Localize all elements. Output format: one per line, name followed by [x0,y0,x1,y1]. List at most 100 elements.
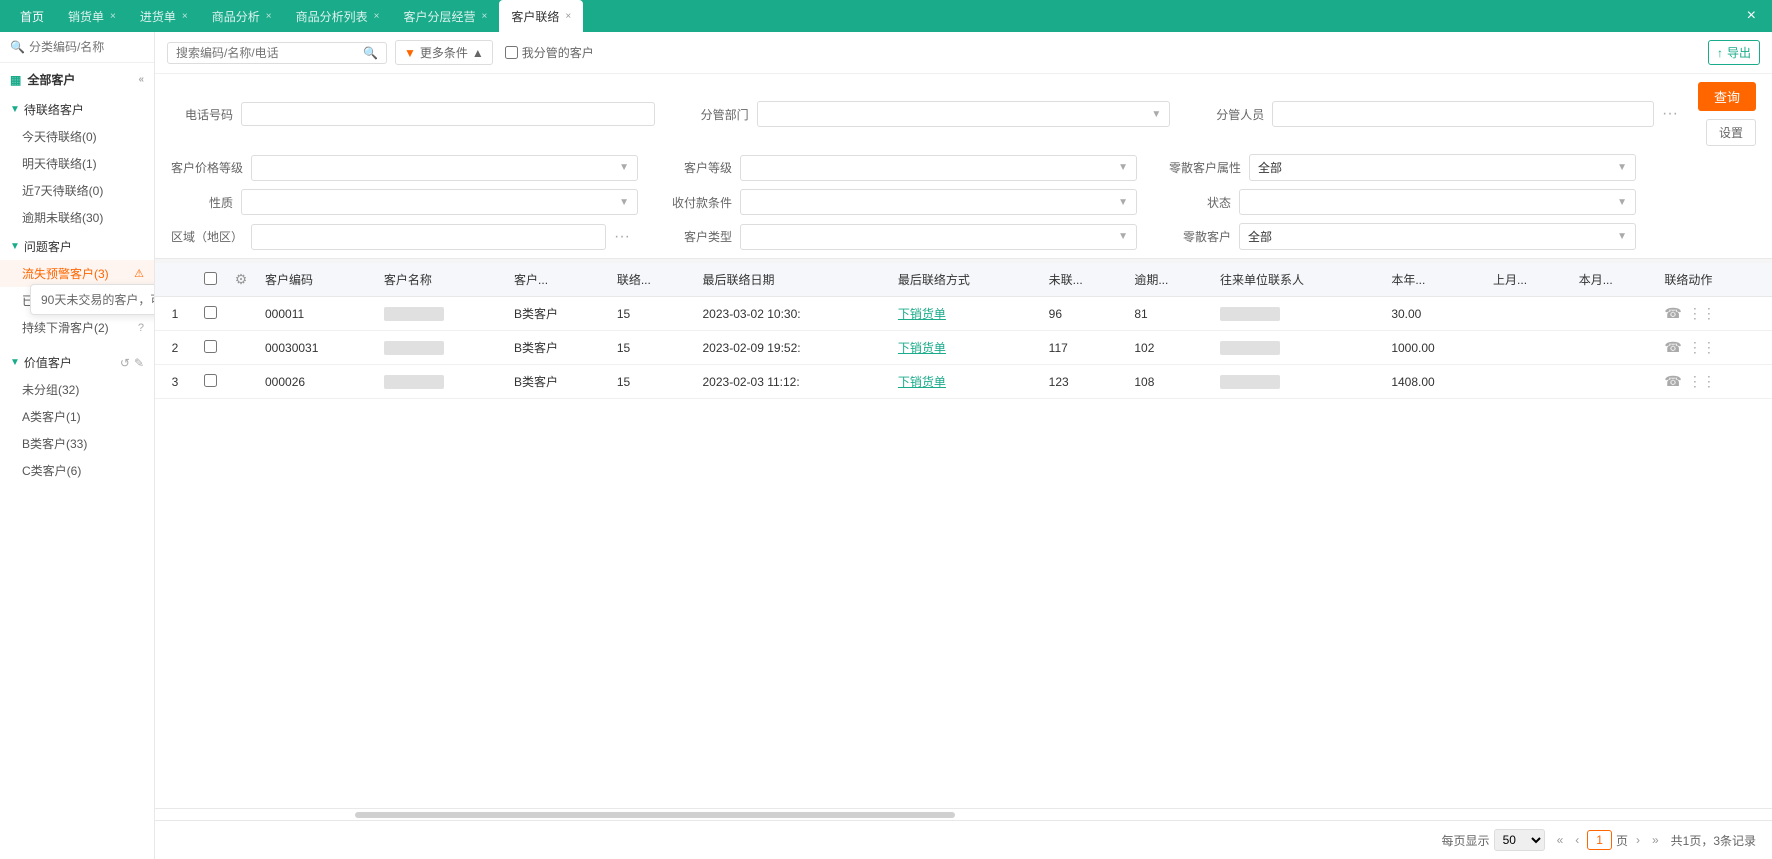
sidebar-collapse-button[interactable]: « [138,74,144,85]
settings-button[interactable]: 设置 [1706,119,1756,146]
cell-name [376,331,506,365]
sidebar-group-value-header[interactable]: ▼ 价值客户 ↺ ✎ [0,349,154,376]
sidebar-item-tomorrow[interactable]: 明天待联络(1) [0,150,154,177]
filter-row-1: 电话号码 分管部门 ▼ 分管人员 ··· [171,82,1756,146]
sidebar-item-class-b[interactable]: B类客户(33) [0,430,154,457]
table-container: ⚙ 客户编码 客户名称 客户... 联络... [155,263,1772,808]
main-layout: 🔍 ▦ 全部客户 « ▼ 待联络客户 今天待联络(0) 明天待联络(1) [0,32,1772,859]
tab-customer-contact[interactable]: 客户联络 × [499,0,583,32]
cell-last-contact-method[interactable]: 下销货单 [890,365,1041,399]
sidebar-item-class-c[interactable]: C类客户(6) [0,457,154,484]
cell-last-month [1485,331,1571,365]
tab-customer-tier-close[interactable]: × [481,11,487,22]
filter-select-customer-type[interactable]: ▼ [740,224,1137,250]
filter-input-phone[interactable] [241,102,655,126]
tab-customer-contact-close[interactable]: × [565,11,571,22]
query-button[interactable]: 查询 [1698,82,1756,111]
sidebar-item-class-a[interactable]: A类客户(1) [0,403,154,430]
filter-select-status[interactable]: ▼ [1239,189,1636,215]
cell-settings [225,297,257,331]
filter-region-more[interactable]: ··· [606,228,638,246]
filter-cell-phone: 电话号码 [171,102,655,126]
per-page-select[interactable]: 50 100 200 [1494,829,1545,851]
window-close-button[interactable]: × [1739,7,1764,25]
sidebar-item-today[interactable]: 今天待联络(0) [0,123,154,150]
col-this-year-label: 本年... [1391,273,1425,287]
sidebar-item-today-label: 今天待联络(0) [22,130,97,144]
cell-check[interactable] [195,331,225,365]
cell-uncontacted: 96 [1041,297,1127,331]
horizontal-scrollbar[interactable] [155,808,1772,820]
action-more-icon[interactable]: ⋮⋮ [1688,305,1716,322]
sidebar-item-unsorted[interactable]: 未分组(32) [0,376,154,403]
filter-select-dept[interactable]: ▼ [757,101,1171,127]
table-settings-gear-icon[interactable]: ⚙ [235,271,248,287]
page-label: 页 [1616,832,1628,849]
filter-person-more[interactable]: ··· [1654,105,1686,123]
search-button[interactable]: 🔍 [363,46,378,60]
tab-purchase[interactable]: 进货单 × [128,0,200,32]
cell-check[interactable] [195,297,225,331]
next-page-button[interactable]: › [1632,831,1644,849]
cell-this-month [1571,297,1657,331]
action-more-icon[interactable]: ⋮⋮ [1688,339,1716,356]
filter-select-scatter[interactable]: 全部 ▼ [1239,223,1636,250]
action-contact-icon[interactable]: ☎ [1664,373,1681,390]
cell-this-year: 30.00 [1383,297,1485,331]
filter-select-price-tier[interactable]: ▼ [251,155,638,181]
sidebar-item-retain[interactable]: 持续下滑客户(2) ? [0,314,154,341]
filter-select-scatter-attr[interactable]: 全部 ▼ [1249,154,1636,181]
sidebar-search-input[interactable] [29,40,155,54]
sidebar-group-problem-header[interactable]: ▼ 问题客户 [0,233,154,260]
action-contact-icon[interactable]: ☎ [1664,339,1681,356]
cell-check[interactable] [195,365,225,399]
sidebar-group-pending-header[interactable]: ▼ 待联络客户 [0,96,154,123]
filter-select-customer-tier[interactable]: ▼ [740,155,1137,181]
tab-analysis-list[interactable]: 商品分析列表 × [284,0,392,32]
sidebar-item-class-b-label: B类客户(33) [22,437,87,451]
cell-last-month [1485,365,1571,399]
last-page-button[interactable]: » [1648,831,1663,849]
col-header-settings[interactable]: ⚙ [225,263,257,297]
sidebar-all-customers[interactable]: ▦ 全部客户 « [0,63,154,96]
tab-sales[interactable]: 销货单 × [56,0,128,32]
sidebar-item-week[interactable]: 近7天待联络(0) [0,177,154,204]
sidebar-item-lost-predicted[interactable]: 流失预警客户(3) ⚠ [0,260,154,287]
search-input[interactable] [176,46,359,60]
select-all-checkbox[interactable] [204,272,217,285]
prev-page-button[interactable]: ‹ [1571,831,1583,849]
edit-icon[interactable]: ✎ [134,356,144,370]
filter-select-nature[interactable]: ▼ [241,189,638,215]
cell-unit-contact [1212,297,1383,331]
col-this-month-label: 本月... [1579,273,1613,287]
filter-select-payment[interactable]: ▼ [740,189,1137,215]
filter-select-person[interactable] [1272,101,1654,127]
my-customers-checkbox[interactable] [505,46,518,59]
filter-price-tier-caret: ▼ [619,162,629,173]
sidebar-item-overdue[interactable]: 逾期未联络(30) [0,204,154,231]
tab-analysis-list-close[interactable]: × [374,11,380,22]
col-header-code: 客户编码 [257,263,376,297]
sidebar-search-icon: 🔍 [10,40,25,54]
export-button[interactable]: ↑ 导出 [1708,40,1760,65]
cell-last-contact-method[interactable]: 下销货单 [890,331,1041,365]
filter-select-region[interactable] [251,224,606,250]
tab-sales-close[interactable]: × [110,11,116,22]
col-header-check [195,263,225,297]
action-more-icon[interactable]: ⋮⋮ [1688,373,1716,390]
action-contact-icon[interactable]: ☎ [1664,305,1681,322]
cell-last-contact-method[interactable]: 下销货单 [890,297,1041,331]
tab-analysis[interactable]: 商品分析 × [200,0,284,32]
sidebar-item-tomorrow-label: 明天待联络(1) [22,157,97,171]
refresh-icon[interactable]: ↺ [120,356,130,370]
first-page-button[interactable]: « [1553,831,1568,849]
more-conditions-button[interactable]: ▼ 更多条件 ▲ [395,40,493,65]
tab-customer-tier[interactable]: 客户分层经营 × [391,0,499,32]
tab-purchase-close[interactable]: × [182,11,188,22]
funnel-icon: ▼ [404,46,416,60]
tab-analysis-close[interactable]: × [266,11,272,22]
my-customers-wrap: 我分管的客户 [505,44,594,61]
tab-home[interactable]: 首页 [8,0,56,32]
problem-group-label: 问题客户 [24,238,72,255]
cell-overdue: 108 [1126,365,1212,399]
